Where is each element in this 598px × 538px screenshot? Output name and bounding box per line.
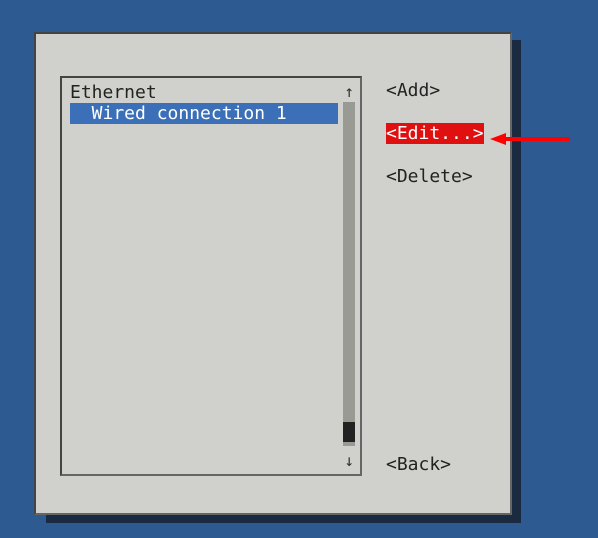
scroll-down-arrow[interactable]: ↓ [344, 451, 354, 470]
connections-listbox[interactable]: Ethernet Wired connection 1 ↑ ↓ [60, 76, 362, 476]
scrollbar-thumb[interactable] [343, 422, 355, 442]
scroll-up-arrow[interactable]: ↑ [344, 82, 354, 101]
network-connections-dialog: Ethernet Wired connection 1 ↑ ↓ <Add> <E… [34, 32, 512, 515]
scrollbar-track[interactable] [343, 102, 355, 446]
add-button[interactable]: <Add> [386, 80, 484, 101]
delete-button[interactable]: <Delete> [386, 166, 484, 187]
edit-button[interactable]: <Edit...> [386, 123, 484, 144]
back-button[interactable]: <Back> [386, 454, 451, 475]
category-ethernet: Ethernet [70, 82, 338, 103]
connection-item-wired-1[interactable]: Wired connection 1 [70, 103, 338, 124]
